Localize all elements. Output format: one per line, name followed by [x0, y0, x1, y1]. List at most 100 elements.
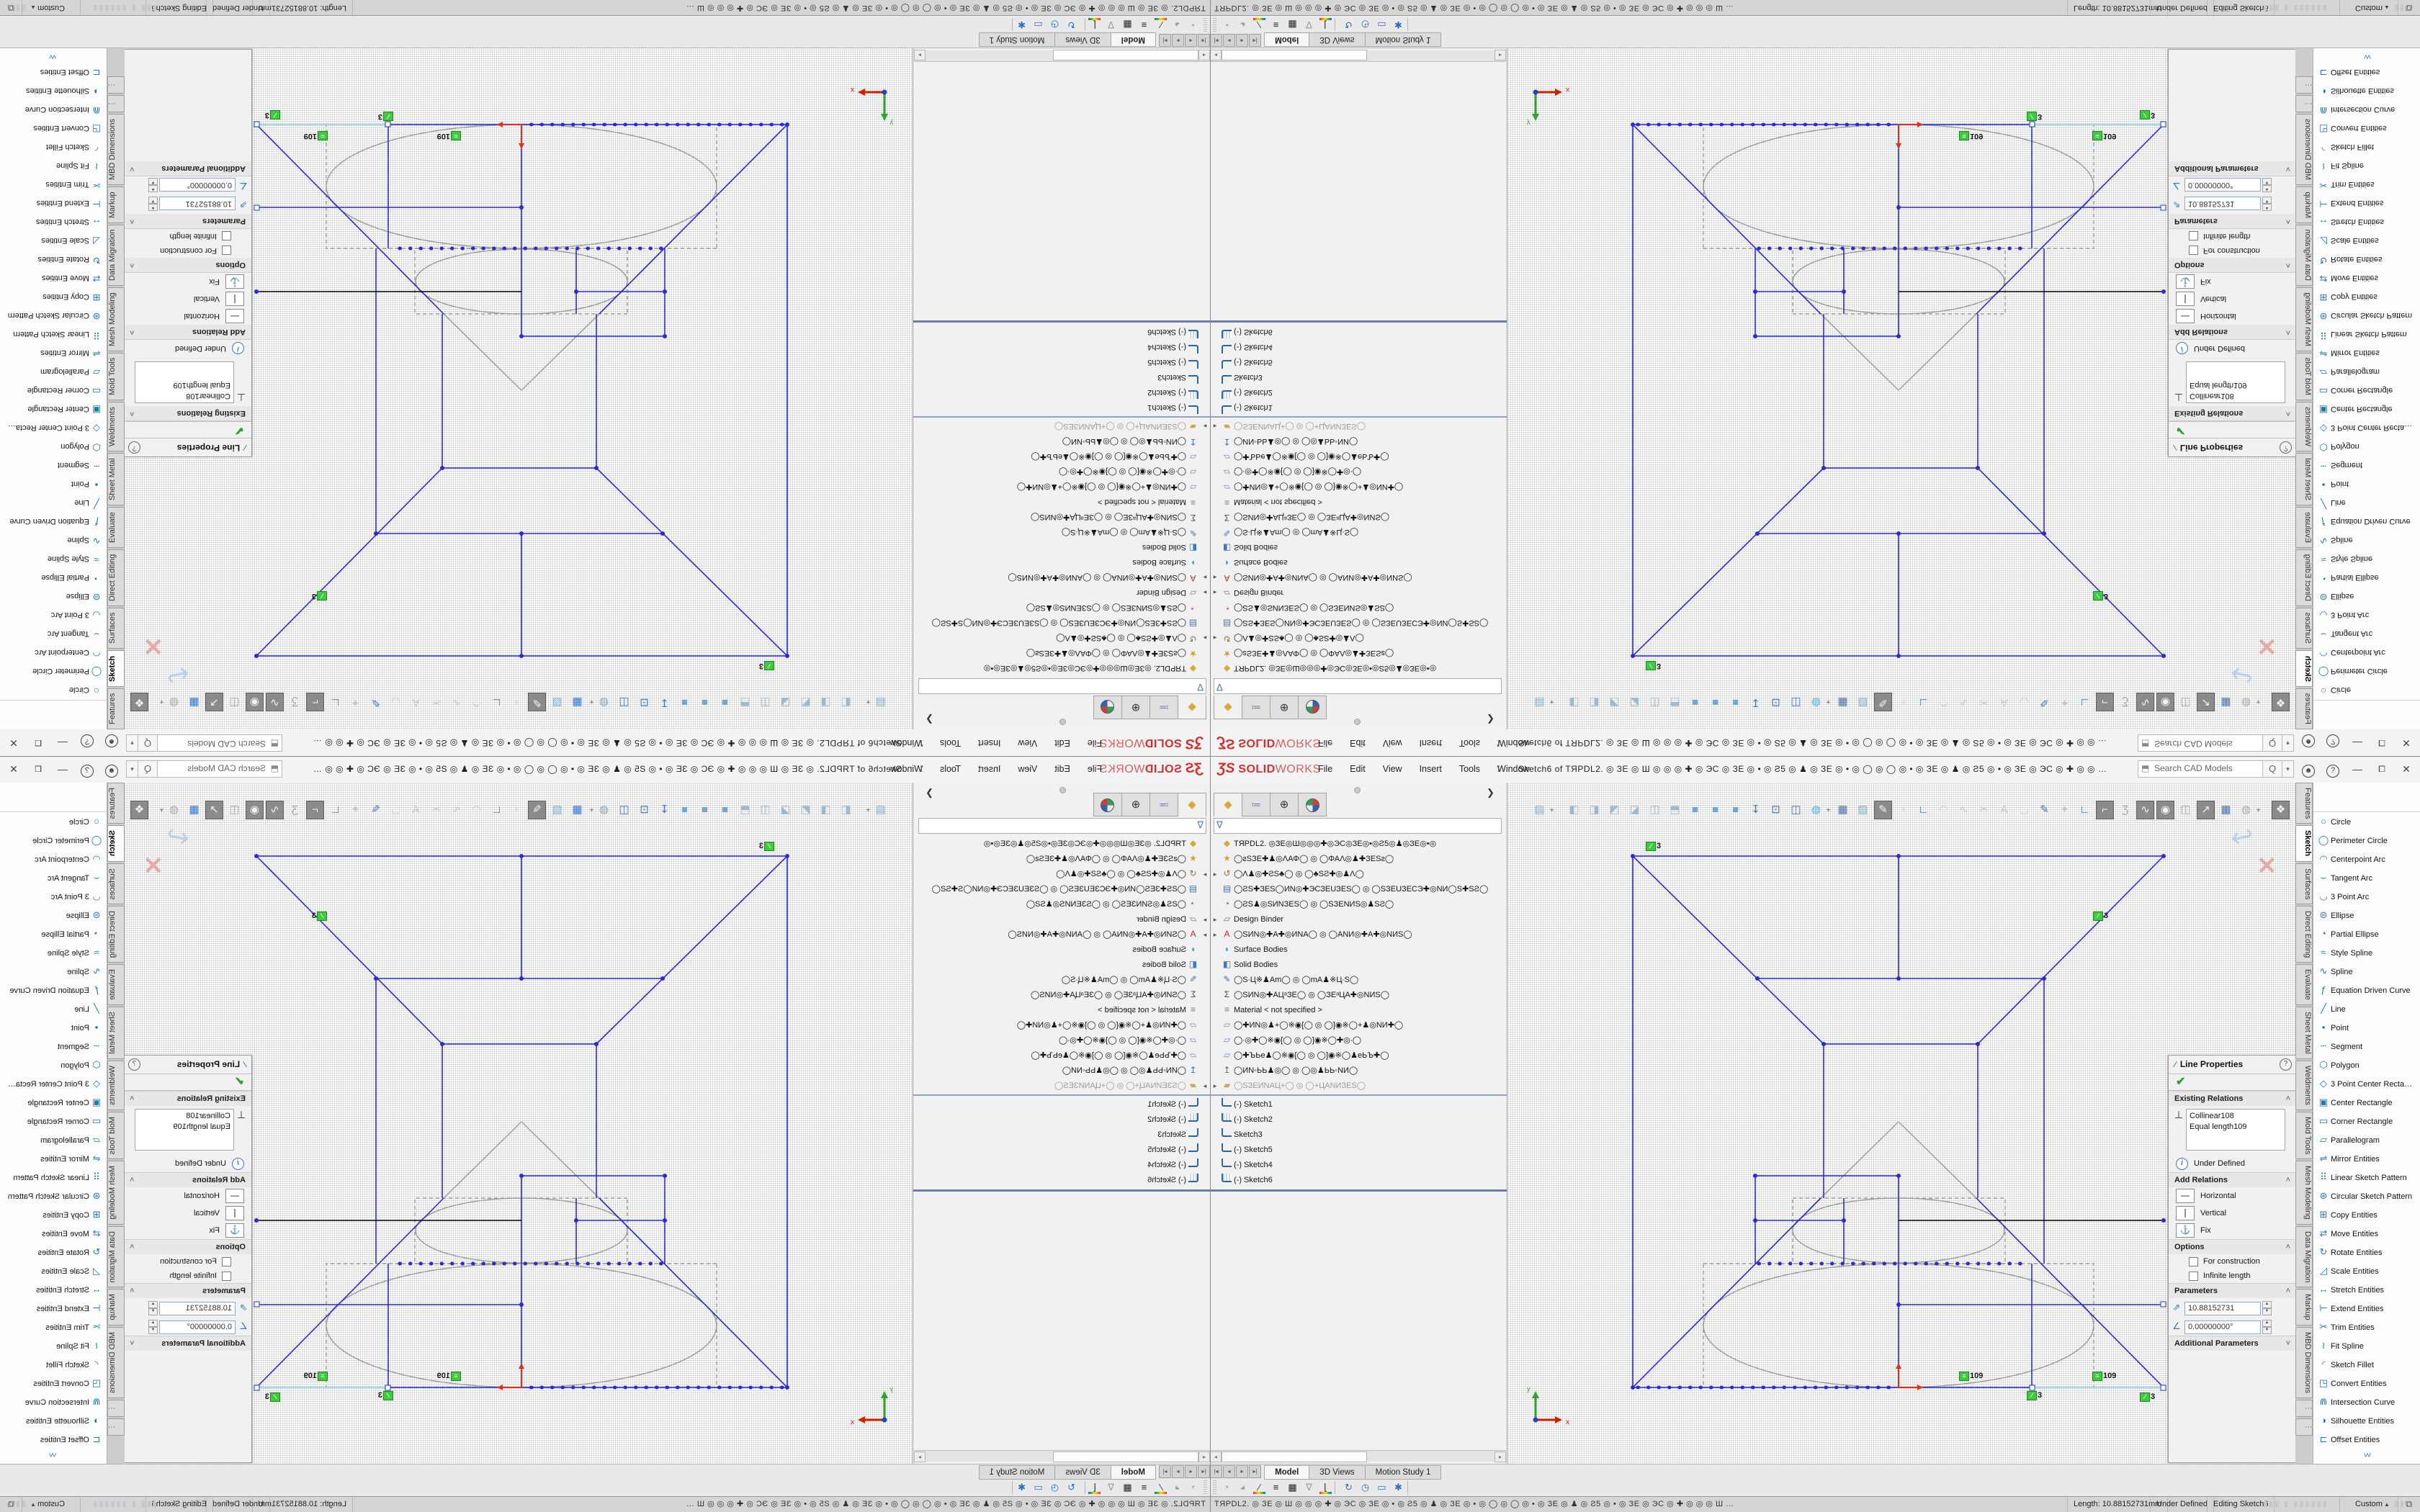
tree-item[interactable]: ▸Σ◯ЅИN◎✚ΑЦᵃЗΕ◯ ◎ ◯ЗΕᵃЦΑ✚◎NИЅ◯: [913, 510, 1210, 525]
rollback-bar[interactable]: [913, 320, 1210, 323]
tool-button[interactable]: ⊜Ellipse: [2313, 906, 2420, 924]
tool-button[interactable]: ⊞Copy Entities: [2313, 288, 2420, 307]
expand-arrow-icon[interactable]: ▸: [1210, 631, 1220, 645]
parameter-input[interactable]: 0.00000000°: [2184, 1320, 2261, 1334]
commandmanager-tab[interactable]: Surfaces: [107, 608, 125, 649]
tool-button[interactable]: ╱Line: [0, 999, 107, 1018]
tree-item[interactable]: ▸▱◯∙◎✚◯※◉[◯ ◎ ◯]◉※◯✚◎∙◯: [1210, 1032, 1507, 1048]
commandmanager-tab[interactable]: Sketch: [107, 825, 125, 861]
tree-root[interactable]: ▸◆TЯPDL2. ◎ЗΕ◎Ш◎◎◎✚◎ЭС◎ЗΕ◎•◎Ƨ5◎♟◎ЗΕ◎•◎: [913, 661, 1210, 676]
tree-item[interactable]: ▸★◯ƨЅЗΕ✚♟◎ΛΑΦ◯ ◎ ◯ΦΑΛ◎♟✚ЗΕЅƨ◯: [1210, 646, 1507, 661]
commandmanager-tab[interactable]: Mesh Modeling: [2295, 1161, 2313, 1225]
relations-listbox[interactable]: Collinear108 Equal length109: [2186, 361, 2285, 403]
tab-scroll-last-icon[interactable]: ▸|: [1249, 34, 1261, 47]
tool-button[interactable]: ◡3 Point Arc: [2313, 606, 2420, 625]
search-input[interactable]: ⬒ Search CAD Models: [157, 734, 282, 752]
commandmanager-tab[interactable]: Evaluate: [107, 964, 125, 1005]
tool-button[interactable]: ⊢Extend Entities: [0, 194, 107, 213]
tree-item[interactable]: ▸↥◯ИN◦ЬЬ♟◎◯ ◎ ◯◎♟ЬЬ◦NИ◯: [1210, 1063, 1507, 1078]
tree-item[interactable]: ▸↥◯ИN◦ЬЬ♟◎◯ ◎ ◯◎♟ЬЬ◦NИ◯: [913, 1063, 1210, 1078]
tree-horizontal-scrollbar[interactable]: ◂ ▸: [1210, 1450, 1506, 1462]
tool-button[interactable]: ○Circle: [2313, 812, 2420, 831]
tab-scroll-next-icon[interactable]: ▸: [1172, 34, 1184, 47]
document-view-tab[interactable]: Motion Study 1: [979, 1465, 1056, 1480]
tree-item[interactable]: ▸▱Design Binder: [913, 912, 1210, 927]
toolbar-grip[interactable]: [1204, 17, 1207, 32]
tool-button[interactable]: ◜Sketch Fillet: [0, 1355, 107, 1374]
section-existing-relations[interactable]: Existing Relations˄: [2169, 1091, 2296, 1106]
checkbox[interactable]: [222, 1257, 231, 1266]
section-options[interactable]: Options˄: [2169, 258, 2296, 273]
tool-button[interactable]: ⊞Copy Entities: [0, 288, 107, 307]
tree-item[interactable]: ▸↺◯Λ♟◎✚ƧЅ♣◯ ◎ ◯♣ЅƧ✚◎♟Λ◯: [1210, 631, 1507, 646]
tree-item[interactable]: ▸≡Material < not specified >: [913, 495, 1210, 510]
relation-badge[interactable]: =109: [304, 1372, 328, 1381]
commandmanager-tab[interactable]: Features: [2295, 783, 2313, 824]
tab-featuremanager[interactable]: ◆: [1178, 696, 1206, 719]
bottom-toolbar-icon[interactable]: ▦: [1285, 17, 1300, 32]
commandmanager-tab[interactable]: Evaluate: [2295, 964, 2313, 1005]
tool-button[interactable]: ╱Line: [2313, 494, 2420, 513]
panel-expand-chevron[interactable]: ❯: [926, 787, 933, 798]
tool-button[interactable]: ○Circle: [2313, 681, 2420, 700]
tool-button[interactable]: ⌣Tangent Arc: [2313, 868, 2420, 887]
tree-item[interactable]: ▸▱◯✚ИN◎♟+◯※◉[◯ ◎ ◯]◉※◯+♟◎NИ✚◯: [913, 480, 1210, 495]
tab-configurationmanager[interactable]: ⊕: [1270, 696, 1299, 719]
tree-sketch-item[interactable]: ▸(-) Sketch1: [913, 400, 1210, 415]
relation-entry[interactable]: Collinear108: [138, 1111, 230, 1122]
rollback-bar[interactable]: [1210, 1189, 1507, 1192]
relation-entry[interactable]: Collinear108: [2190, 1111, 2282, 1122]
tool-button[interactable]: ≀Fit Spline: [2313, 157, 2420, 176]
bottom-toolbar-icon[interactable]: ⌊: [1318, 1480, 1333, 1495]
tree-item[interactable]: ▸A◯ЅИN◎✚Α✚◎ИNΑ◯ ◎ ◯ΑNИ◎✚Α✚◎NИЅ◯: [1210, 927, 1507, 942]
scroll-right-icon[interactable]: ▸: [914, 50, 926, 60]
pin-icon[interactable]: ⟟: [1497, 763, 1507, 773]
tool-button[interactable]: ◠Centerpoint Arc: [0, 644, 107, 662]
tree-item[interactable]: ▸▱◯✚ЪЬе♟◯※◉[◯ ◎ ◯]◉※◯♟еЬЪ✚◯: [913, 1048, 1210, 1063]
parameter-input[interactable]: 0.00000000°: [159, 178, 236, 192]
tree-item[interactable]: ▸▱◯✚ЪЬе♟◯※◉[◯ ◎ ◯]◉※◯♟еЬЪ✚◯: [1210, 449, 1507, 464]
bottom-toolbar-icon[interactable]: ∇: [1301, 17, 1317, 32]
tool-button[interactable]: ƒEquation Driven Curve: [0, 513, 107, 531]
bottom-toolbar-icon[interactable]: [1335, 1481, 1340, 1494]
minimize-button[interactable]: —: [2348, 734, 2367, 752]
tree-item[interactable]: ▸▱◯✚ИN◎♟+◯※◉[◯ ◎ ◯]◉※◯+♟◎NИ✚◯: [1210, 1017, 1507, 1032]
tree-item[interactable]: ▸◧Solid Bodies: [913, 540, 1210, 555]
bottom-toolbar-icon[interactable]: ◷: [1047, 17, 1062, 32]
tree-filter-box[interactable]: ∇: [918, 818, 1206, 834]
tree-sketch-item[interactable]: ▸Sketch3: [913, 369, 1210, 384]
scroll-thumb[interactable]: [1053, 50, 1198, 60]
close-button[interactable]: ✕: [2397, 760, 2416, 778]
commandmanager-tab[interactable]: ⋮: [2295, 1400, 2313, 1417]
pin-icon[interactable]: ⟟: [913, 763, 923, 773]
commandmanager-tab[interactable]: Mesh Modeling: [107, 1161, 125, 1225]
tool-button[interactable]: ⊢Extend Entities: [2313, 194, 2420, 213]
tool-button[interactable]: ⊜Ellipse: [2313, 588, 2420, 606]
tool-button[interactable]: ⊏Offset Entities: [0, 63, 107, 82]
tree-horizontal-scrollbar[interactable]: ◂ ▸: [914, 1450, 1210, 1462]
tool-button[interactable]: ⊞Copy Entities: [0, 1205, 107, 1224]
tool-button[interactable]: ⊛Circular Sketch Pattern: [2313, 1187, 2420, 1205]
tool-button[interactable]: ⊛Circular Sketch Pattern: [2313, 307, 2420, 325]
tool-button[interactable]: ⋒Intersection Curve: [2313, 101, 2420, 120]
panel-expand-chevron[interactable]: ❯: [1487, 787, 1494, 798]
bottom-toolbar-icon[interactable]: ◷: [1358, 17, 1373, 32]
status-tag-icon[interactable]: ⧉: [2406, 1498, 2418, 1510]
bottom-toolbar-icon[interactable]: ≡: [1268, 1480, 1283, 1495]
tree-sketch-item[interactable]: ▸(-) Sketch6: [913, 1173, 1210, 1188]
tool-button[interactable]: ⇄Move Entities: [2313, 1224, 2420, 1243]
panel-splitter-handle[interactable]: [1059, 787, 1066, 793]
menu-item[interactable]: File: [1309, 756, 1341, 783]
commandmanager-tab[interactable]: Markup: [107, 1289, 125, 1326]
relation-badge[interactable]: ∕3: [265, 1392, 280, 1402]
search-input[interactable]: ⬒ Search CAD Models: [2138, 760, 2263, 778]
tool-button[interactable]: ◑Silhouette Entities: [0, 82, 107, 101]
bottom-toolbar-icon[interactable]: ≡: [1268, 17, 1283, 32]
commandmanager-tab[interactable]: Mold Tools: [107, 353, 125, 400]
section-parameters[interactable]: Parameters˄: [2169, 1283, 2296, 1298]
parameter-input[interactable]: 0.00000000°: [159, 1320, 236, 1334]
relation-entry[interactable]: Collinear108: [138, 390, 230, 401]
tool-button[interactable]: ○Circle: [0, 681, 107, 700]
tool-button[interactable]: ↔Stretch Entities: [2313, 213, 2420, 232]
menu-item[interactable]: View: [1009, 729, 1046, 756]
